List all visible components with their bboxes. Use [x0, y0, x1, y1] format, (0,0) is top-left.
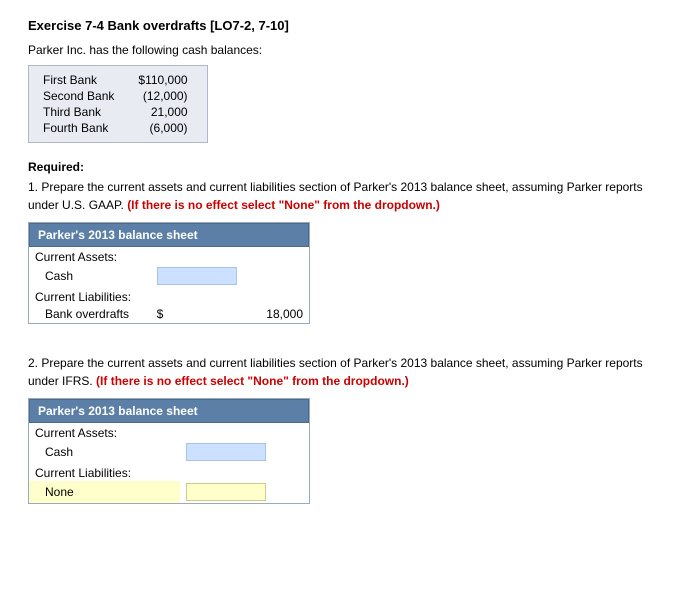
cash-balances-box: First Bank$110,000Second Bank(12,000)Thi…	[28, 65, 208, 143]
q1-red-note: (If there is no effect select "None" fro…	[127, 198, 440, 212]
q1-sheet-title: Parker's 2013 balance sheet	[29, 223, 309, 247]
q1-bank-overdrafts-row: Bank overdrafts $ 18,000	[29, 305, 309, 323]
q2-none-input[interactable]	[186, 483, 266, 501]
q2-sheet-title: Parker's 2013 balance sheet	[29, 399, 309, 423]
q1-cash-input[interactable]	[157, 267, 237, 285]
q2-current-liabilities-row: Current Liabilities:	[29, 463, 309, 481]
page-title: Exercise 7-4 Bank overdrafts [LO7-2, 7-1…	[28, 18, 663, 33]
q2-cash-input[interactable]	[186, 443, 266, 461]
q1-current-liabilities-row: Current Liabilities:	[29, 287, 309, 305]
q1-dollar-sign: $	[157, 307, 166, 321]
q2-red-note: (If there is no effect select "None" fro…	[96, 374, 409, 388]
cash-balance-row: Second Bank(12,000)	[39, 88, 192, 104]
question-1-block: 1. Prepare the current assets and curren…	[28, 178, 663, 324]
q1-current-assets-label: Current Assets:	[29, 247, 151, 265]
q1-current-assets-row: Current Assets:	[29, 247, 309, 265]
bank-name: Fourth Bank	[39, 120, 134, 136]
cash-balances-table: First Bank$110,000Second Bank(12,000)Thi…	[39, 72, 192, 136]
q2-text: 2. Prepare the current assets and curren…	[28, 354, 663, 390]
bank-amount: $110,000	[134, 72, 191, 88]
bank-name: Second Bank	[39, 88, 134, 104]
q2-current-liabilities-label: Current Liabilities:	[29, 463, 180, 481]
q1-bank-overdrafts-value: 18,000	[254, 305, 309, 323]
q2-number: 2.	[28, 356, 38, 370]
cash-balance-row: Third Bank21,000	[39, 104, 192, 120]
q1-bs-table: Current Assets: Cash Current Liabilities…	[29, 247, 309, 323]
q1-text: 1. Prepare the current assets and curren…	[28, 178, 663, 214]
required-label: Required:	[28, 160, 663, 174]
q1-number: 1.	[28, 180, 38, 194]
q1-cash-label: Cash	[29, 265, 151, 287]
cash-balance-row: Fourth Bank(6,000)	[39, 120, 192, 136]
q1-current-liabilities-label: Current Liabilities:	[29, 287, 151, 305]
q2-cash-row: Cash	[29, 441, 309, 463]
q1-balance-sheet: Parker's 2013 balance sheet Current Asse…	[28, 222, 310, 324]
question-2-block: 2. Prepare the current assets and curren…	[28, 354, 663, 504]
q1-cash-row: Cash	[29, 265, 309, 287]
q1-bank-overdrafts-label: Bank overdrafts	[29, 305, 151, 323]
q2-balance-sheet: Parker's 2013 balance sheet Current Asse…	[28, 398, 310, 504]
bank-amount: (12,000)	[134, 88, 191, 104]
bank-name: First Bank	[39, 72, 134, 88]
cash-balance-row: First Bank$110,000	[39, 72, 192, 88]
q2-cash-label: Cash	[29, 441, 180, 463]
q2-none-row: None	[29, 481, 309, 503]
bank-amount: (6,000)	[134, 120, 191, 136]
bank-amount: 21,000	[134, 104, 191, 120]
q2-bs-table: Current Assets: Cash Current Liabilities…	[29, 423, 309, 503]
q2-current-assets-row: Current Assets:	[29, 423, 309, 441]
q2-current-assets-label: Current Assets:	[29, 423, 180, 441]
bank-name: Third Bank	[39, 104, 134, 120]
intro-text: Parker Inc. has the following cash balan…	[28, 43, 663, 57]
q2-none-label: None	[29, 481, 180, 503]
